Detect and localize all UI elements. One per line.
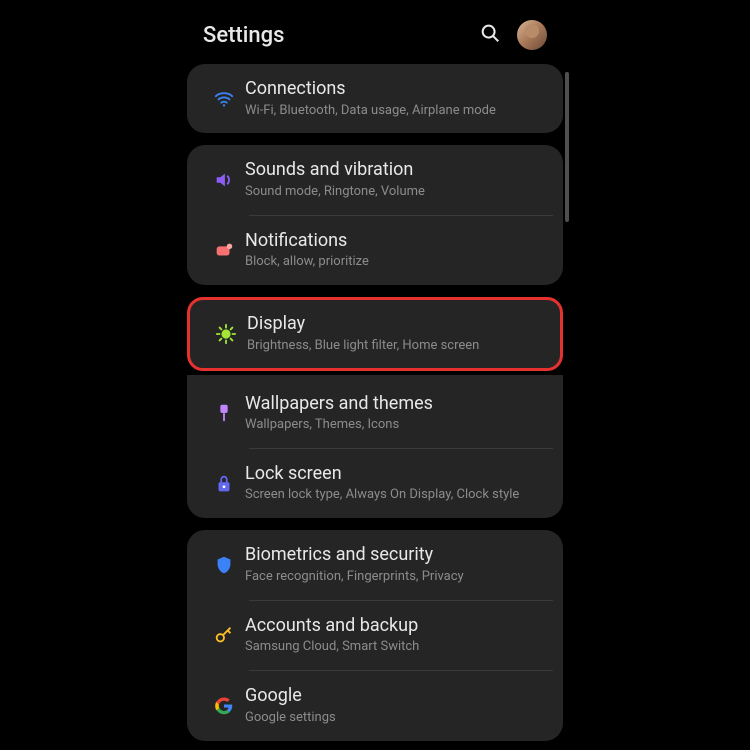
item-subtitle: Wallpapers, Themes, Icons: [245, 417, 549, 434]
item-title: Notifications: [245, 230, 549, 253]
settings-item-connections[interactable]: Connections Wi-Fi, Bluetooth, Data usage…: [187, 64, 563, 133]
settings-item-accounts[interactable]: Accounts and backup Samsung Cloud, Smart…: [187, 601, 563, 670]
settings-group-highlighted: Display Brightness, Blue light filter, H…: [187, 297, 563, 370]
settings-item-biometrics[interactable]: Biometrics and security Face recognition…: [187, 530, 563, 599]
item-subtitle: Sound mode, Ringtone, Volume: [245, 184, 549, 201]
settings-group: Biometrics and security Face recognition…: [187, 530, 563, 740]
search-icon[interactable]: [479, 22, 501, 48]
item-title: Sounds and vibration: [245, 159, 549, 182]
item-title: Biometrics and security: [245, 544, 549, 567]
lock-icon: [203, 473, 245, 495]
page-title: Settings: [203, 23, 284, 48]
settings-group: Sounds and vibration Sound mode, Rington…: [187, 145, 563, 285]
avatar[interactable]: [517, 20, 547, 50]
item-subtitle: Screen lock type, Always On Display, Clo…: [245, 487, 549, 504]
shield-icon: [203, 554, 245, 576]
settings-item-google[interactable]: Google Google settings: [187, 671, 563, 740]
header-actions: [479, 20, 547, 50]
item-subtitle: Google settings: [245, 710, 549, 727]
settings-item-wallpapers[interactable]: Wallpapers and themes Wallpapers, Themes…: [187, 379, 563, 448]
notifications-icon: [203, 239, 245, 261]
settings-group: Connections Wi-Fi, Bluetooth, Data usage…: [187, 64, 563, 133]
item-subtitle: Face recognition, Fingerprints, Privacy: [245, 569, 549, 586]
item-subtitle: Block, allow, prioritize: [245, 254, 549, 271]
scrollbar[interactable]: [565, 72, 569, 222]
item-subtitle: Samsung Cloud, Smart Switch: [245, 639, 549, 656]
settings-item-display[interactable]: Display Brightness, Blue light filter, H…: [190, 300, 560, 367]
settings-item-notifications[interactable]: Notifications Block, allow, prioritize: [187, 216, 563, 285]
item-title: Accounts and backup: [245, 615, 549, 638]
item-title: Connections: [245, 78, 549, 101]
brightness-icon: [205, 323, 247, 345]
speaker-icon: [203, 169, 245, 191]
key-icon: [203, 624, 245, 646]
header: Settings: [181, 0, 569, 64]
item-title: Display: [247, 313, 546, 336]
item-subtitle: Wi-Fi, Bluetooth, Data usage, Airplane m…: [245, 103, 549, 120]
wifi-icon: [203, 88, 245, 110]
item-title: Google: [245, 685, 549, 708]
settings-screen: Settings: [181, 0, 569, 750]
google-icon: [203, 695, 245, 717]
item-title: Lock screen: [245, 463, 549, 486]
item-title: Wallpapers and themes: [245, 393, 549, 416]
paint-icon: [203, 402, 245, 424]
settings-list: Connections Wi-Fi, Bluetooth, Data usage…: [181, 64, 569, 741]
settings-item-lockscreen[interactable]: Lock screen Screen lock type, Always On …: [187, 449, 563, 518]
item-subtitle: Brightness, Blue light filter, Home scre…: [247, 338, 546, 355]
settings-group: Wallpapers and themes Wallpapers, Themes…: [187, 375, 563, 519]
settings-item-sounds[interactable]: Sounds and vibration Sound mode, Rington…: [187, 145, 563, 214]
